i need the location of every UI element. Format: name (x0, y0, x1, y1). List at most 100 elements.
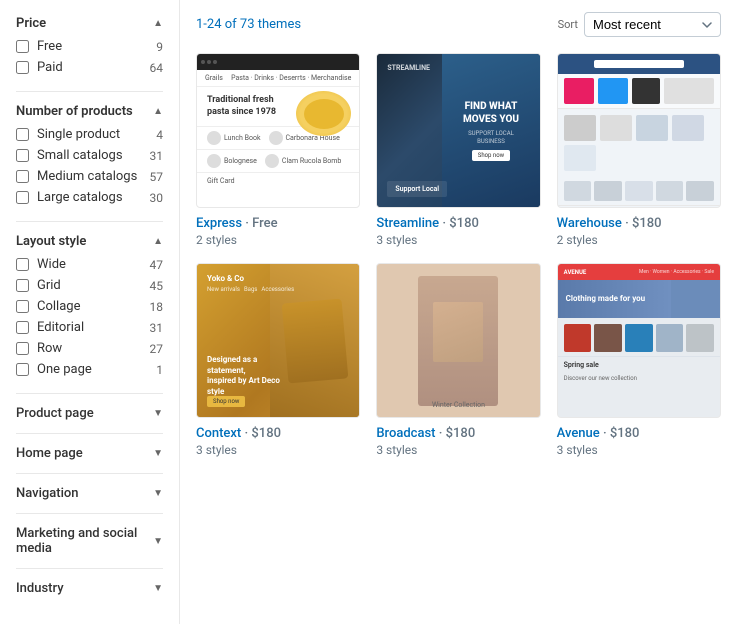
theme-thumbnail-streamline[interactable]: STREAMLINE ProductsAboutContact FIND WHA… (376, 53, 540, 208)
theme-styles-broadcast: 3 styles (376, 443, 540, 457)
home-page-chevron-icon: ▼ (153, 448, 163, 459)
filter-collage-count: 18 (150, 300, 164, 314)
marketing-chevron-icon: ▼ (153, 536, 163, 547)
filter-onepage-text: One page (37, 362, 92, 377)
price-filter-label: Price (16, 16, 46, 31)
theme-styles-streamline: 3 styles (376, 233, 540, 247)
filter-checkbox-paid[interactable] (16, 61, 29, 74)
filter-checkbox-medium[interactable] (16, 170, 29, 183)
theme-link-streamline[interactable]: Streamline (376, 216, 439, 231)
filter-label-paid[interactable]: Paid 64 (16, 60, 163, 75)
main-content: 1-24 of 73 themes Sort Most recent Price… (180, 0, 737, 624)
layout-chevron-icon: ▲ (153, 236, 163, 247)
theme-styles-context: 3 styles (196, 443, 360, 457)
filter-small-count: 31 (150, 149, 164, 163)
filter-grid-count: 45 (150, 279, 164, 293)
theme-thumbnail-warehouse[interactable]: Trending now (557, 53, 721, 208)
layout-filter-label: Layout style (16, 234, 86, 249)
theme-price-avenue: · $180 (603, 426, 639, 441)
navigation-label: Navigation (16, 486, 79, 501)
theme-thumbnail-broadcast[interactable]: Winter Collection (376, 263, 540, 418)
filter-item-medium: Medium catalogs 57 (16, 169, 163, 184)
filter-checkbox-collage[interactable] (16, 300, 29, 313)
products-filter-label: Number of products (16, 104, 133, 119)
products-filter-title: Number of products ▲ (16, 104, 163, 119)
industry-header[interactable]: Industry ▼ (16, 568, 163, 608)
theme-info-streamline: Streamline · $180 3 styles (376, 216, 540, 247)
theme-name-express: Express · Free (196, 216, 360, 231)
filter-checkbox-editorial[interactable] (16, 321, 29, 334)
filter-label-free[interactable]: Free 9 (16, 39, 163, 54)
filter-wide-count: 47 (150, 258, 164, 272)
theme-card-express: GrailsPasta · Drinks · Deserrts · Mercha… (196, 53, 360, 247)
filter-item-wide: Wide 47 (16, 257, 163, 272)
product-page-section: Product page ▼ (16, 393, 163, 433)
sort-label: Sort (558, 18, 578, 31)
filter-checkbox-row[interactable] (16, 342, 29, 355)
filter-checkbox-single[interactable] (16, 128, 29, 141)
filter-free-count: 9 (156, 40, 163, 54)
industry-label: Industry (16, 581, 64, 596)
filter-wide-text: Wide (37, 257, 66, 272)
theme-thumbnail-avenue[interactable]: AVENUE Men · Women · Accessories · Sale … (557, 263, 721, 418)
filter-item-grid: Grid 45 (16, 278, 163, 293)
filter-checkbox-grid[interactable] (16, 279, 29, 292)
filter-checkbox-wide[interactable] (16, 258, 29, 271)
products-chevron-icon: ▲ (153, 106, 163, 117)
industry-chevron-icon: ▼ (153, 583, 163, 594)
theme-link-context[interactable]: Context (196, 426, 241, 441)
filter-editorial-text: Editorial (37, 320, 84, 335)
filter-paid-text: Paid (37, 60, 63, 75)
filter-checkbox-onepage[interactable] (16, 363, 29, 376)
filter-checkbox-free[interactable] (16, 40, 29, 53)
theme-price-warehouse: · $180 (625, 216, 661, 231)
filter-medium-text: Medium catalogs (37, 169, 137, 184)
theme-name-context: Context · $180 (196, 426, 360, 441)
filter-large-count: 30 (150, 191, 164, 205)
theme-thumbnail-context[interactable]: Yoko & Co New arrivals Bags Accessories … (196, 263, 360, 418)
theme-thumbnail-express[interactable]: GrailsPasta · Drinks · Deserrts · Mercha… (196, 53, 360, 208)
filter-item-small: Small catalogs 31 (16, 148, 163, 163)
product-page-label: Product page (16, 406, 94, 421)
theme-card-warehouse: Trending now Warehouse · $180 2 styles (557, 53, 721, 247)
marketing-section: Marketing and social media ▼ (16, 513, 163, 568)
theme-card-context: Yoko & Co New arrivals Bags Accessories … (196, 263, 360, 457)
divider-products (16, 221, 163, 222)
filter-onepage-count: 1 (156, 363, 163, 377)
product-page-header[interactable]: Product page ▼ (16, 393, 163, 433)
product-page-chevron-icon: ▼ (153, 408, 163, 419)
filter-checkbox-large[interactable] (16, 191, 29, 204)
filter-checkbox-small[interactable] (16, 149, 29, 162)
theme-price-context: · $180 (245, 426, 281, 441)
filter-small-text: Small catalogs (37, 148, 123, 163)
home-page-section: Home page ▼ (16, 433, 163, 473)
theme-info-broadcast: Broadcast · $180 3 styles (376, 426, 540, 457)
theme-link-warehouse[interactable]: Warehouse (557, 216, 622, 231)
navigation-header[interactable]: Navigation ▼ (16, 473, 163, 513)
filter-item-collage: Collage 18 (16, 299, 163, 314)
filter-item-editorial: Editorial 31 (16, 320, 163, 335)
home-page-label: Home page (16, 446, 83, 461)
theme-card-avenue: AVENUE Men · Women · Accessories · Sale … (557, 263, 721, 457)
result-count-link[interactable]: 1-24 of 73 themes (196, 17, 301, 32)
theme-price-express: · Free (245, 216, 277, 231)
marketing-header[interactable]: Marketing and social media ▼ (16, 513, 163, 568)
layout-filter-section: Layout style ▲ Wide 47 Grid 45 (16, 234, 163, 377)
filter-grid-text: Grid (37, 278, 61, 293)
filter-paid-count: 64 (150, 61, 164, 75)
filter-item-large: Large catalogs 30 (16, 190, 163, 205)
sort-select[interactable]: Most recent Price: low to high Price: hi… (584, 12, 721, 37)
layout-filter-title: Layout style ▲ (16, 234, 163, 249)
theme-name-avenue: Avenue · $180 (557, 426, 721, 441)
filter-free-text: Free (37, 39, 62, 54)
theme-name-streamline: Streamline · $180 (376, 216, 540, 231)
theme-link-avenue[interactable]: Avenue (557, 426, 600, 441)
filter-item-paid: Paid 64 (16, 60, 163, 75)
theme-link-express[interactable]: Express (196, 216, 242, 231)
filter-item-single: Single product 4 (16, 127, 163, 142)
themes-grid: GrailsPasta · Drinks · Deserrts · Mercha… (196, 53, 721, 457)
home-page-header[interactable]: Home page ▼ (16, 433, 163, 473)
theme-link-broadcast[interactable]: Broadcast (376, 426, 435, 441)
divider-price (16, 91, 163, 92)
result-count: 1-24 of 73 themes (196, 17, 301, 32)
